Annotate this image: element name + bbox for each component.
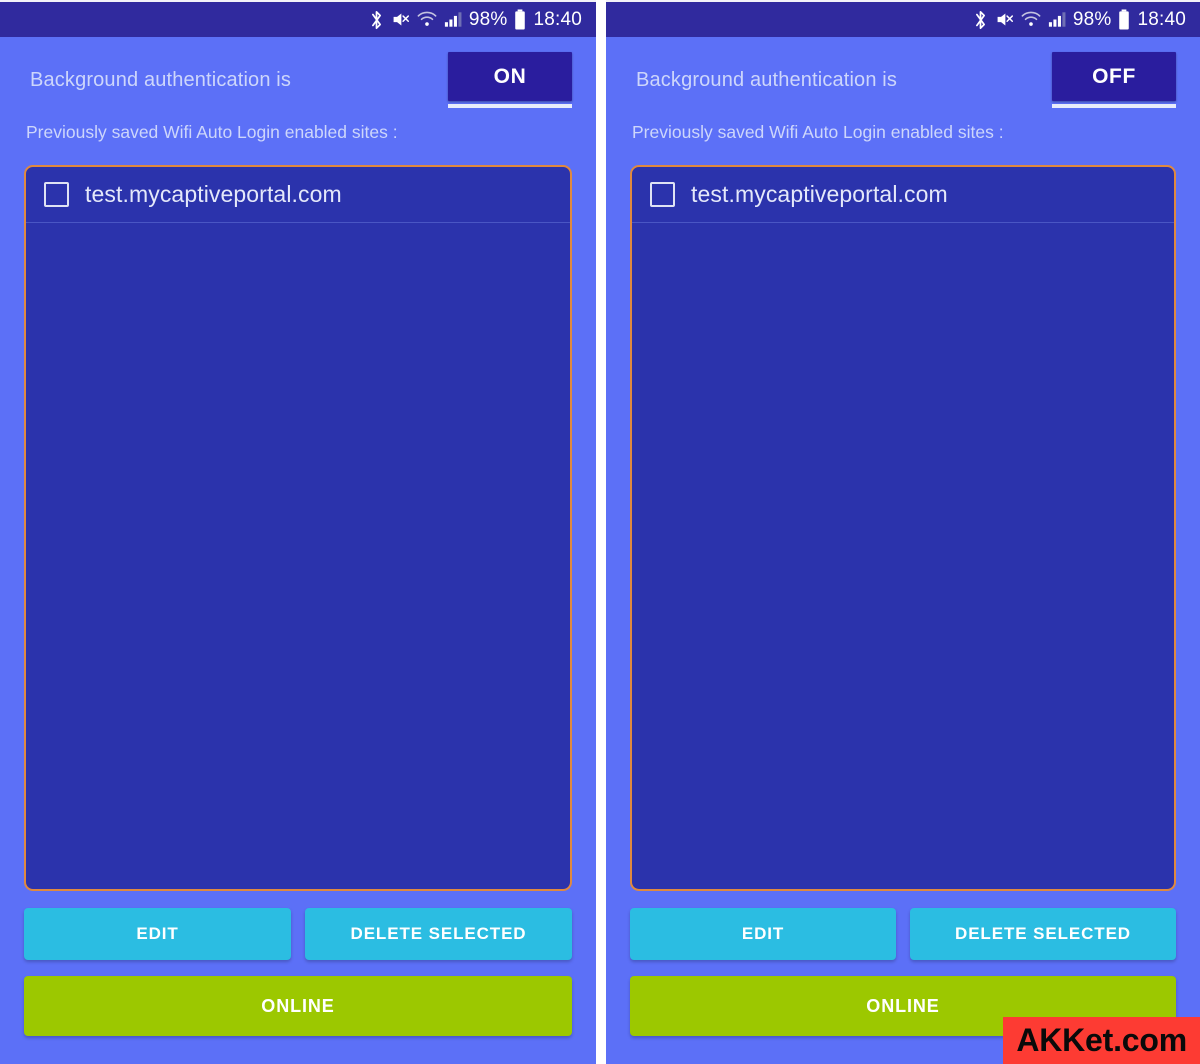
list-item[interactable]: test.mycaptiveportal.com (26, 167, 570, 223)
bluetooth-icon (369, 10, 384, 30)
site-checkbox[interactable] (44, 182, 69, 207)
panel-divider (596, 0, 606, 1064)
delete-selected-button[interactable]: DELETE SELECTED (305, 908, 572, 960)
clock-label: 18:40 (1137, 9, 1186, 30)
auth-toggle-underline (448, 104, 572, 108)
mute-icon (391, 10, 410, 29)
auth-toggle-underline (1052, 104, 1176, 108)
list-item[interactable]: test.mycaptiveportal.com (632, 167, 1174, 223)
list-action-row-left: EDIT DELETE SELECTED (24, 908, 572, 960)
site-checkbox[interactable] (650, 182, 675, 207)
auth-toggle-wrapper: ON (448, 52, 572, 108)
site-watermark: AKKet.com (1003, 1017, 1200, 1064)
battery-percent-label: 98% (468, 9, 508, 30)
auth-toggle-wrapper: OFF (1052, 52, 1176, 108)
auth-toggle-row-left: Background authentication is ON (0, 37, 596, 123)
battery-icon (1118, 9, 1130, 30)
delete-selected-button[interactable]: DELETE SELECTED (910, 908, 1176, 960)
saved-sites-caption: Previously saved Wifi Auto Login enabled… (632, 122, 1004, 142)
battery-percent-label: 98% (1072, 9, 1112, 30)
auth-status-label: Background authentication is (636, 68, 898, 91)
edit-button[interactable]: EDIT (24, 908, 291, 960)
saved-sites-listbox[interactable]: test.mycaptiveportal.com (24, 165, 572, 891)
screenshot-stage: 98% 18:40 Background authentication is O… (0, 0, 1200, 1064)
status-bar-left: 98% 18:40 (0, 0, 596, 37)
online-button[interactable]: ONLINE (24, 976, 572, 1036)
wifi-icon (1021, 11, 1041, 28)
bluetooth-icon (973, 10, 988, 30)
phone-screen-right: 98% 18:40 Background authentication is O… (606, 0, 1200, 1064)
list-action-row-right: EDIT DELETE SELECTED (630, 908, 1176, 960)
edit-button[interactable]: EDIT (630, 908, 896, 960)
wifi-icon (417, 11, 437, 28)
site-name-label: test.mycaptiveportal.com (85, 181, 342, 207)
status-bar-right: 98% 18:40 (606, 0, 1200, 37)
saved-sites-caption: Previously saved Wifi Auto Login enabled… (26, 122, 398, 142)
signal-icon (1048, 11, 1066, 28)
auth-toggle-button[interactable]: ON (448, 52, 572, 101)
mute-icon (995, 10, 1014, 29)
signal-icon (444, 11, 462, 28)
saved-sites-listbox[interactable]: test.mycaptiveportal.com (630, 165, 1176, 891)
clock-label: 18:40 (533, 9, 582, 30)
auth-toggle-row-right: Background authentication is OFF (606, 37, 1200, 123)
site-name-label: test.mycaptiveportal.com (691, 181, 948, 207)
battery-icon (514, 9, 526, 30)
bottom-spacer-left (0, 1036, 596, 1064)
auth-status-label: Background authentication is (30, 68, 292, 91)
auth-toggle-button[interactable]: OFF (1052, 52, 1176, 101)
phone-screen-left: 98% 18:40 Background authentication is O… (0, 0, 596, 1064)
